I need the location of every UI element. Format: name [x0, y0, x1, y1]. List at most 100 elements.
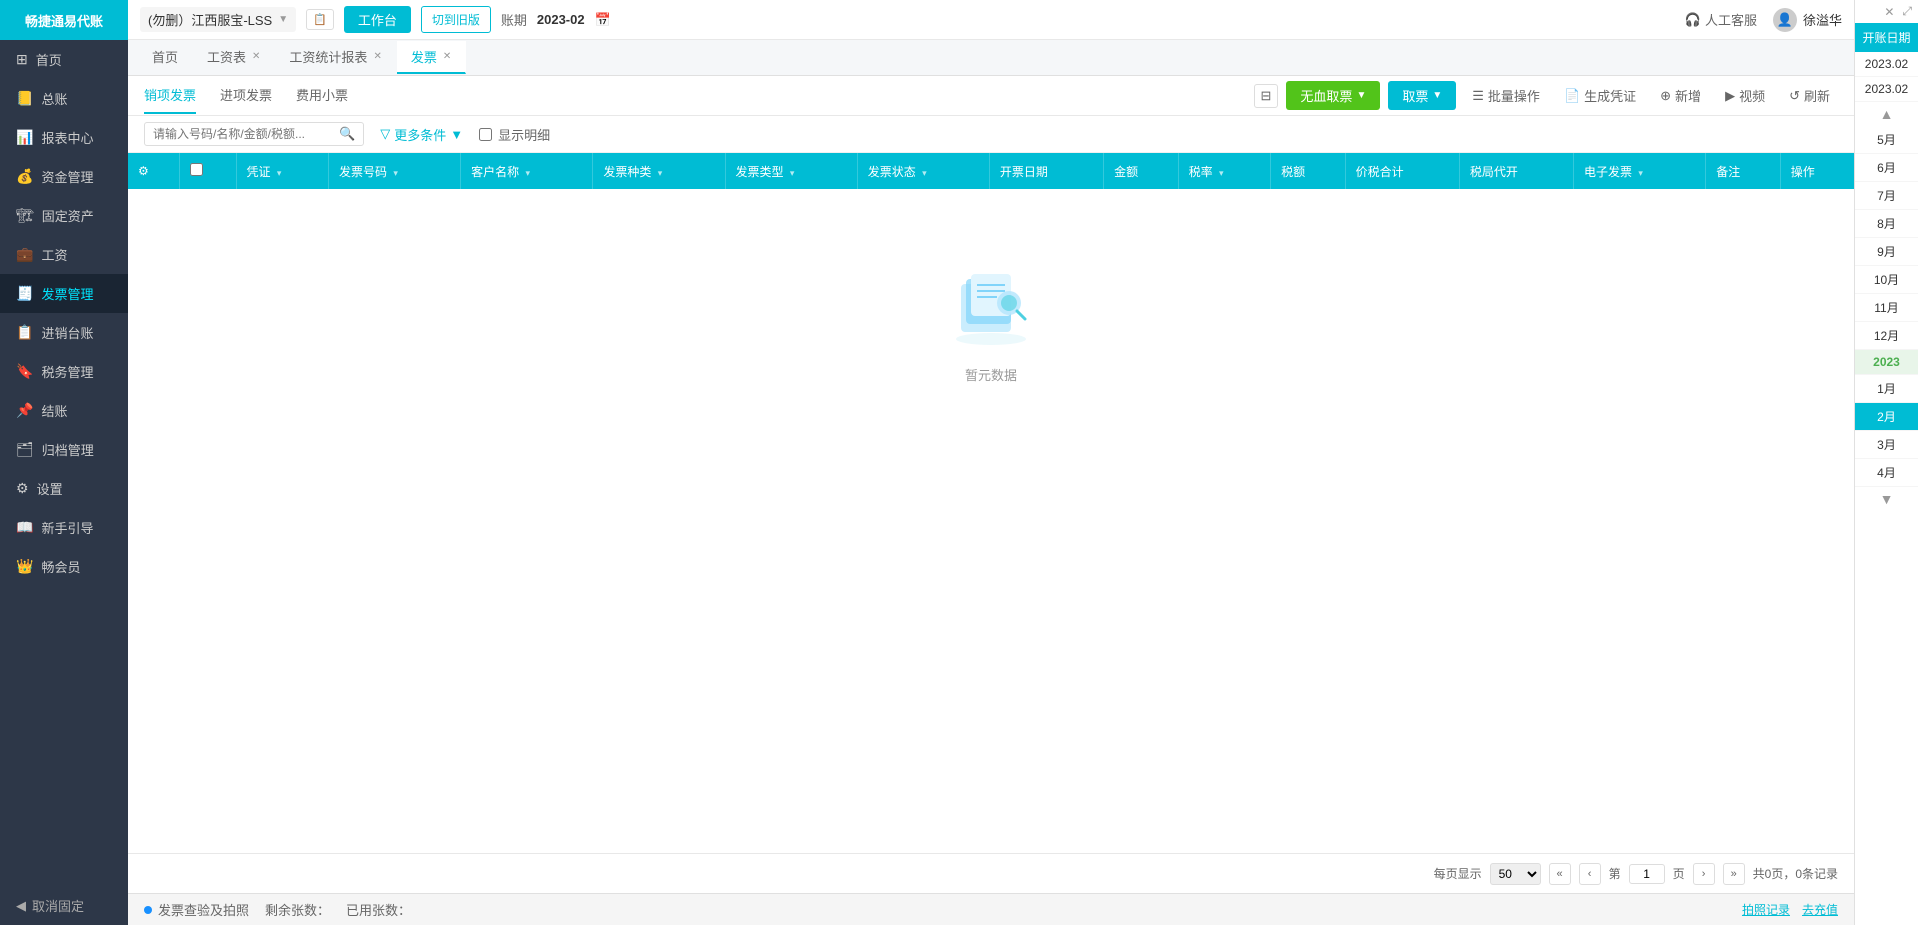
sidebar-item-label: 固定资产 — [42, 206, 94, 225]
rp-header[interactable]: 开账日期 — [1855, 23, 1918, 52]
sort-customer-icon[interactable]: ▾ — [526, 168, 531, 178]
rp-month-7[interactable]: 7月 — [1855, 182, 1918, 210]
tab-salary-stats-label: 工资统计报表 — [289, 47, 367, 66]
tab-salary-stats[interactable]: 工资统计报表 ✕ — [275, 41, 396, 74]
filter-icon: ▽ — [380, 126, 390, 142]
rp-date-item-1[interactable]: 2023.02 — [1855, 77, 1918, 102]
more-conditions-arrow-icon: ▼ — [450, 127, 463, 142]
sort-tax-rate-icon[interactable]: ▾ — [1219, 168, 1224, 178]
recharge-link[interactable]: 去充值 — [1802, 901, 1838, 918]
show-detail-text: 显示明细 — [498, 125, 550, 144]
sidebar-item-general-ledger[interactable]: 📒 总账 — [0, 79, 128, 118]
rp-date-item-0[interactable]: 2023.02 — [1855, 52, 1918, 77]
sidebar-bottom-pin[interactable]: ◀ 取消固定 — [0, 886, 128, 925]
sub-tab-sales[interactable]: 销项发票 — [144, 77, 196, 114]
rp-month-6[interactable]: 6月 — [1855, 154, 1918, 182]
batch-ops-icon: ☰ — [1472, 88, 1484, 104]
rp-month-8[interactable]: 8月 — [1855, 210, 1918, 238]
rp-month-4-2023[interactable]: 4月 — [1855, 459, 1918, 487]
search-input[interactable] — [153, 127, 333, 141]
photo-record-link[interactable]: 拍照记录 — [1742, 901, 1790, 918]
search-icon[interactable]: 🔍 — [339, 126, 355, 142]
th-customer: 客户名称 ▾ — [461, 153, 593, 189]
take-ticket-button[interactable]: 取票 ▼ — [1388, 81, 1456, 110]
rp-month-5[interactable]: 5月 — [1855, 126, 1918, 154]
column-settings-button[interactable]: ⊟ — [1254, 84, 1279, 108]
video-button[interactable]: ▶ 视频 — [1717, 81, 1773, 110]
total-label: 共0页，0条记录 — [1753, 865, 1838, 882]
sidebar-item-invoice-mgmt[interactable]: 🧾 发票管理 — [0, 274, 128, 313]
sort-invoice-type-icon[interactable]: ▾ — [658, 168, 663, 178]
empty-state: 暂元数据 — [128, 189, 1854, 424]
gen-voucher-button[interactable]: 📄 生成凭证 — [1556, 81, 1644, 110]
sidebar-item-settlement[interactable]: 📌 结账 — [0, 391, 128, 430]
invoice-check-label: 发票查验及拍照 — [158, 900, 249, 919]
plus-icon: ⊕ — [1660, 88, 1671, 104]
no-tax-button[interactable]: 无血取票 ▼ — [1286, 81, 1380, 110]
show-detail-label[interactable]: 显示明细 — [479, 125, 550, 144]
invoice-icon: 🧾 — [16, 285, 33, 302]
sort-invoice-category-icon[interactable]: ▾ — [790, 168, 795, 178]
sidebar-item-home[interactable]: ⊞ 首页 — [0, 40, 128, 79]
sort-e-invoice-icon[interactable]: ▾ — [1638, 168, 1643, 178]
th-settings[interactable]: ⚙ — [128, 153, 180, 189]
rp-month-10[interactable]: 10月 — [1855, 266, 1918, 294]
refresh-label: 刷新 — [1804, 86, 1830, 105]
workbench-button[interactable]: 工作台 — [344, 6, 411, 33]
rp-month-2-2023[interactable]: 2月 — [1855, 403, 1918, 431]
tab-salary-table[interactable]: 工资表 ✕ — [193, 41, 275, 74]
batch-ops-label: 批量操作 — [1488, 86, 1540, 105]
rp-scroll-up[interactable]: ▲ — [1855, 102, 1918, 126]
rp-scroll-down[interactable]: ▼ — [1855, 487, 1918, 511]
new-label: 新增 — [1675, 86, 1701, 105]
prev-page-button[interactable]: ‹ — [1579, 863, 1601, 885]
page-input[interactable] — [1629, 864, 1665, 884]
more-conditions-button[interactable]: ▽ 更多条件 ▼ — [380, 125, 463, 144]
show-detail-checkbox[interactable] — [479, 128, 492, 141]
rp-maximize-button[interactable]: ⤢ — [1900, 2, 1914, 21]
sort-voucher-icon[interactable]: ▾ — [277, 168, 282, 178]
tab-salary-table-close-icon[interactable]: ✕ — [252, 51, 260, 62]
switch-version-button[interactable]: 切到旧版 — [421, 6, 491, 33]
sidebar-item-member[interactable]: 👑 畅会员 — [0, 547, 128, 586]
th-invoice-type: 发票种类 ▾ — [593, 153, 725, 189]
sidebar-item-guide[interactable]: 📖 新手引导 — [0, 508, 128, 547]
sidebar-item-sales-ledger[interactable]: 📋 进销台账 — [0, 313, 128, 352]
refresh-button[interactable]: ↺ 刷新 — [1781, 81, 1838, 110]
next-page-button[interactable]: › — [1693, 863, 1715, 885]
batch-ops-button[interactable]: ☰ 批量操作 — [1464, 81, 1548, 110]
sidebar-item-settings[interactable]: ⚙ 设置 — [0, 469, 128, 508]
sub-tab-purchase[interactable]: 进项发票 — [220, 77, 272, 114]
new-button[interactable]: ⊕ 新增 — [1652, 81, 1709, 110]
tab-invoice[interactable]: 发票 ✕ — [397, 41, 466, 74]
tab-invoice-close-icon[interactable]: ✕ — [443, 51, 451, 62]
copy-button[interactable]: 📋 — [306, 9, 334, 30]
select-all-checkbox[interactable] — [190, 163, 203, 176]
per-page-select[interactable]: 20 50 100 — [1490, 863, 1541, 885]
tab-home[interactable]: 首页 — [138, 41, 193, 74]
last-page-button[interactable]: » — [1723, 863, 1745, 885]
sidebar-item-label: 首页 — [36, 50, 62, 69]
first-page-button[interactable]: « — [1549, 863, 1571, 885]
rp-month-9[interactable]: 9月 — [1855, 238, 1918, 266]
rp-month-12[interactable]: 12月 — [1855, 322, 1918, 350]
sidebar-item-reports[interactable]: 📊 报表中心 — [0, 118, 128, 157]
th-checkbox[interactable] — [180, 153, 236, 189]
sort-invoice-no-icon[interactable]: ▾ — [393, 168, 398, 178]
sub-tab-expense[interactable]: 费用小票 — [296, 77, 348, 114]
sidebar-item-funds[interactable]: 💰 资金管理 — [0, 157, 128, 196]
user-info[interactable]: 👤 徐溢华 — [1773, 8, 1842, 32]
sidebar-item-archive-mgmt[interactable]: 🗂 归档管理 — [0, 430, 128, 469]
tab-salary-stats-close-icon[interactable]: ✕ — [373, 51, 381, 62]
rp-month-1-2023[interactable]: 1月 — [1855, 375, 1918, 403]
sidebar-item-tax-mgmt[interactable]: 🔖 税务管理 — [0, 352, 128, 391]
rp-month-3-2023[interactable]: 3月 — [1855, 431, 1918, 459]
rp-month-11[interactable]: 11月 — [1855, 294, 1918, 322]
sidebar-item-salary[interactable]: 💼 工资 — [0, 235, 128, 274]
service-link[interactable]: 🎧 人工客服 — [1685, 10, 1757, 29]
sidebar-item-fixed-assets[interactable]: 🏗 固定资产 — [0, 196, 128, 235]
th-actions: 操作 — [1780, 153, 1854, 189]
rp-close-button[interactable]: ✕ — [1882, 3, 1896, 21]
company-selector[interactable]: (勿删）江西服宝-LSS ▼ — [140, 7, 296, 32]
sort-invoice-status-icon[interactable]: ▾ — [922, 168, 927, 178]
